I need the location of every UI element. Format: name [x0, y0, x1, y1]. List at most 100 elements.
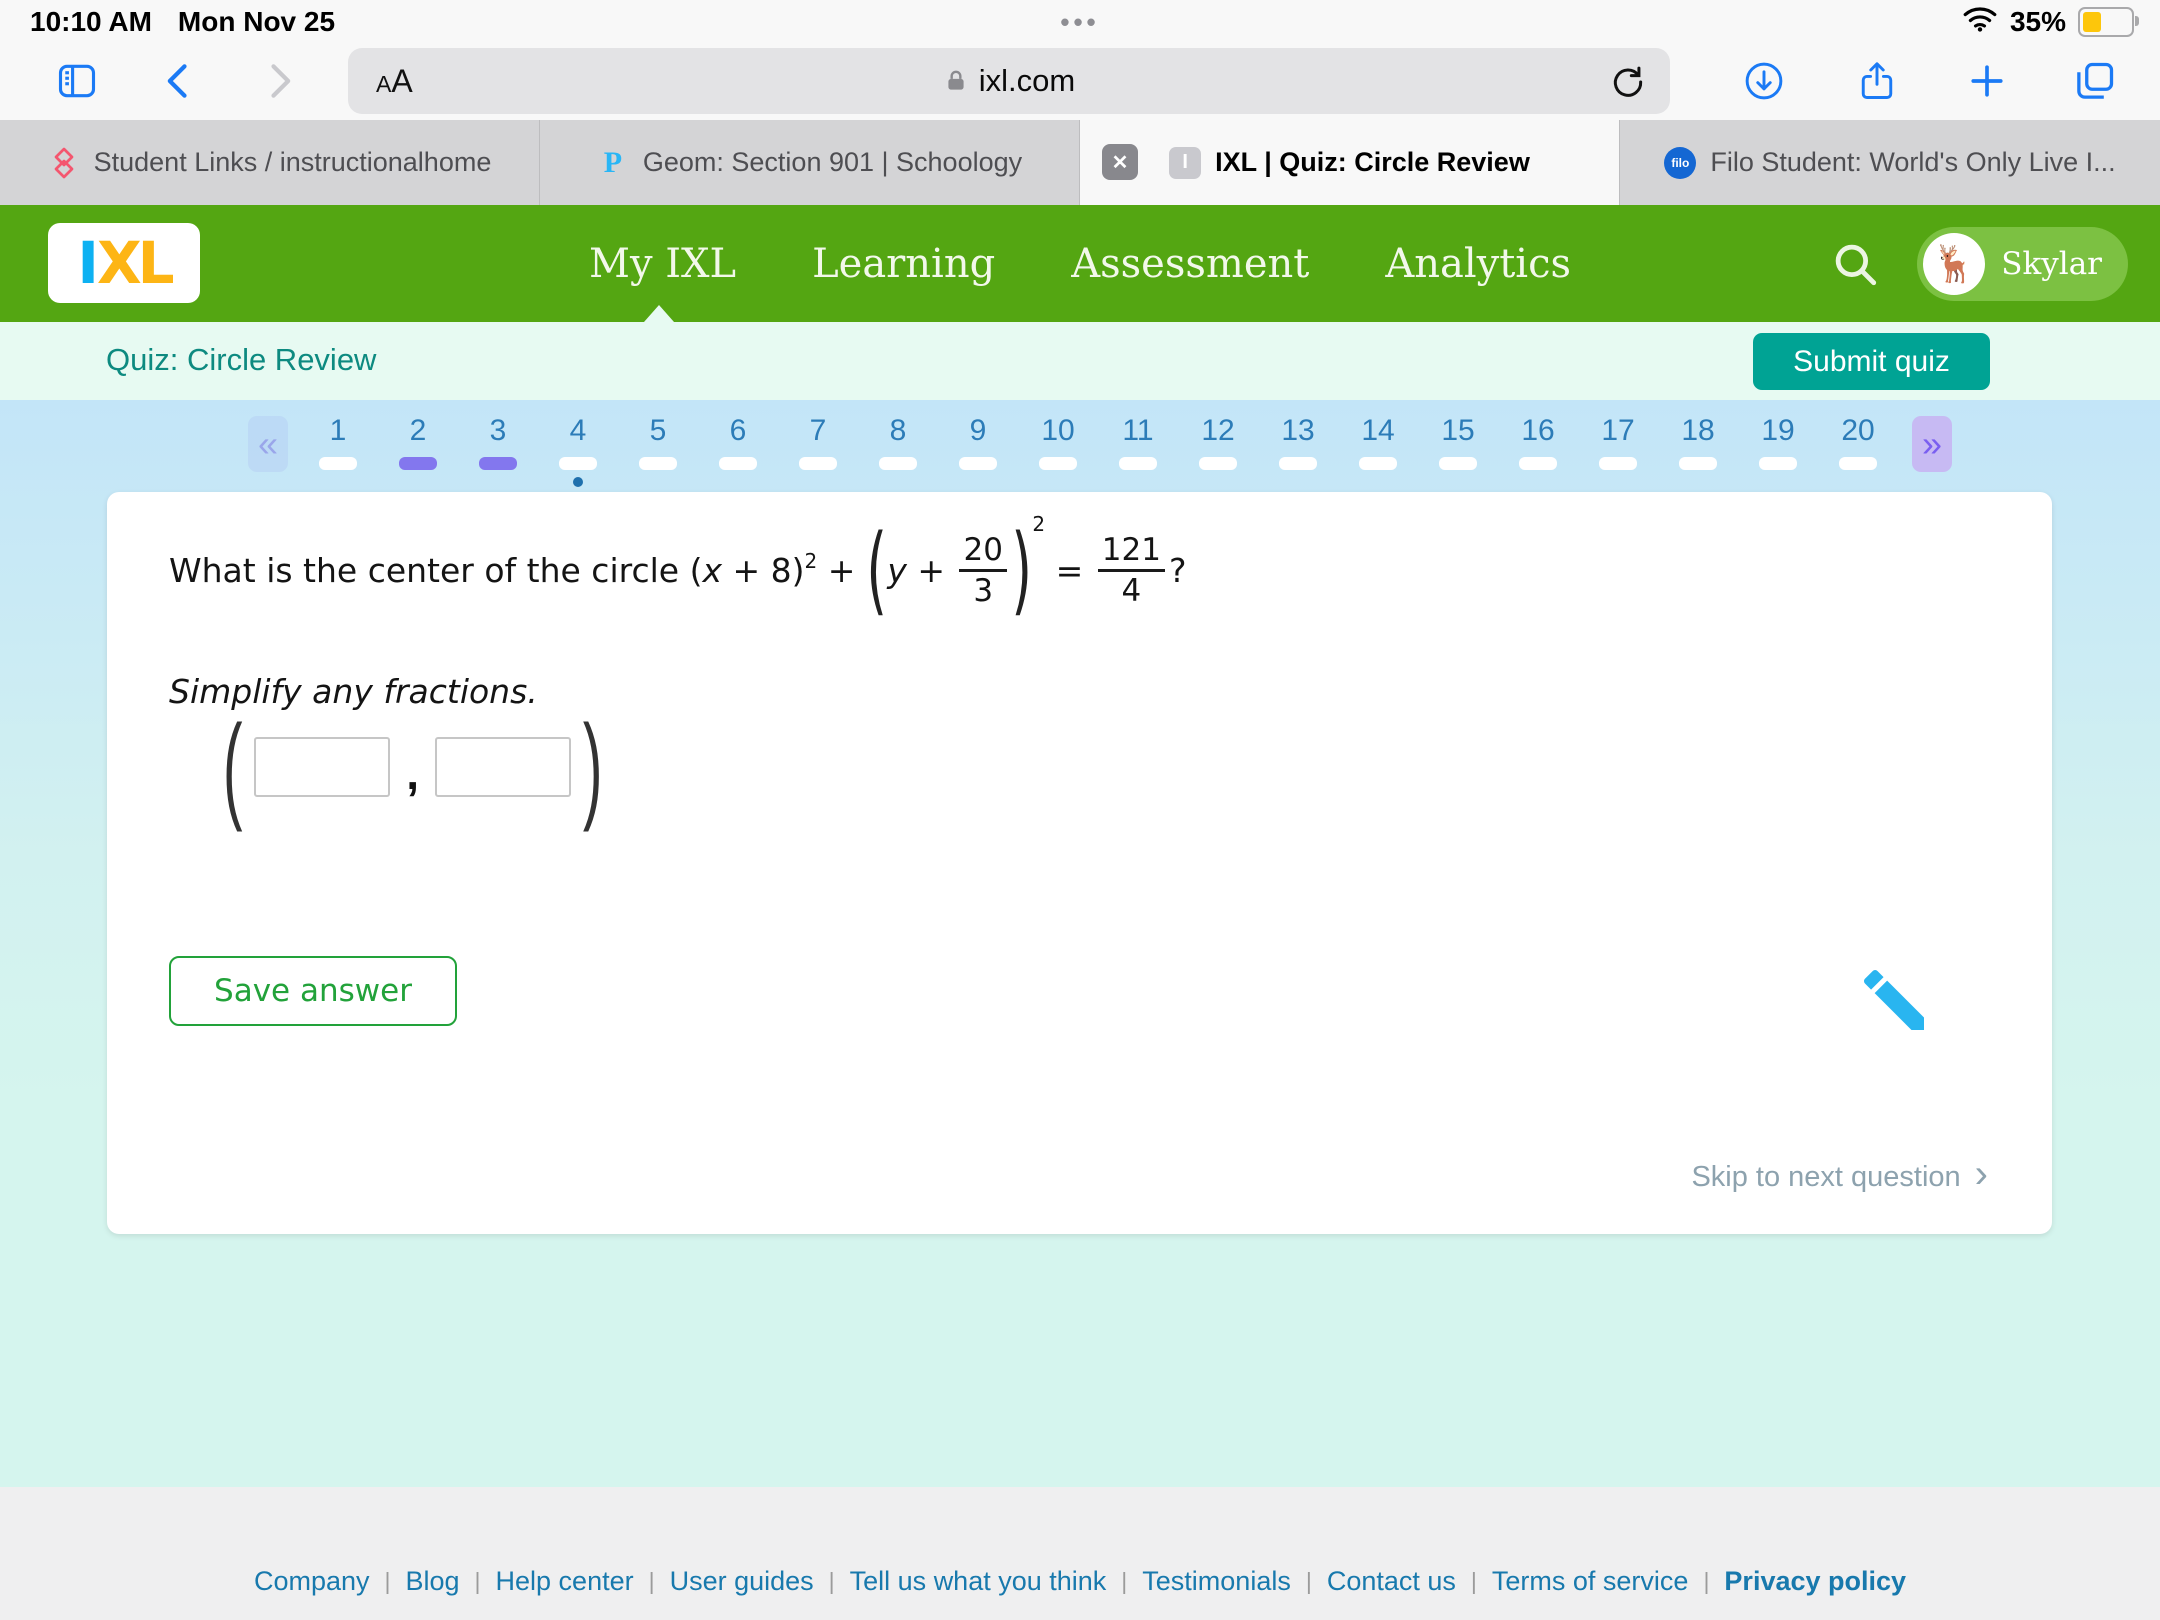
- footer-separator: |: [828, 1567, 835, 1594]
- prev-questions-icon[interactable]: «: [248, 416, 288, 472]
- multitask-dots-icon: •••: [1060, 6, 1100, 37]
- footer-link-company[interactable]: Company: [254, 1566, 370, 1597]
- download-icon[interactable]: [1735, 52, 1793, 110]
- question-number-3[interactable]: 3: [458, 414, 538, 487]
- question-progress-bar: [1279, 457, 1317, 470]
- question-number-label: 3: [489, 414, 507, 447]
- question-number-7[interactable]: 7: [778, 414, 858, 487]
- question-progress-bar: [559, 457, 597, 470]
- footer-link-contact-us[interactable]: Contact us: [1327, 1566, 1456, 1597]
- footer-link-tell-us-what-you-think[interactable]: Tell us what you think: [850, 1566, 1107, 1597]
- footer-link-user-guides[interactable]: User guides: [670, 1566, 814, 1597]
- reload-icon[interactable]: [1606, 60, 1650, 104]
- answer-comma: ,: [406, 747, 420, 800]
- question-progress-bar: [799, 457, 837, 470]
- question-number-20[interactable]: 20: [1818, 414, 1898, 487]
- tab-title: Student Links / instructionalhome: [93, 147, 492, 177]
- nav-learning[interactable]: Learning: [812, 241, 995, 287]
- answer-y-input[interactable]: [435, 737, 572, 798]
- question-number-label: 15: [1441, 414, 1475, 447]
- footer-link-help-center[interactable]: Help center: [496, 1566, 634, 1597]
- nav-assessment[interactable]: Assessment: [1071, 241, 1309, 287]
- share-icon[interactable]: [1848, 52, 1906, 110]
- lock-icon: [948, 70, 964, 90]
- chevron-right-icon: ›: [1974, 1152, 1988, 1196]
- footer-link-privacy-policy[interactable]: Privacy policy: [1724, 1566, 1906, 1597]
- skip-to-next-question-link[interactable]: Skip to next question ›: [1691, 1154, 1988, 1194]
- answer-x-input[interactable]: [254, 737, 391, 798]
- tab-student-links[interactable]: Student Links / instructionalhome: [0, 120, 540, 205]
- question-number-9[interactable]: 9: [938, 414, 1018, 487]
- tab-filo-student[interactable]: filo Filo Student: World's Only Live I..…: [1620, 120, 2160, 205]
- question-card: What is the center of the circle (x + 8)…: [107, 492, 2052, 1234]
- question-number-11[interactable]: 11: [1098, 414, 1178, 487]
- question-text: What is the center of the circle (x + 8)…: [169, 512, 1187, 626]
- question-number-2[interactable]: 2: [378, 414, 458, 487]
- close-tab-icon[interactable]: ✕: [1102, 144, 1138, 180]
- tab-schoology[interactable]: P Geom: Section 901 | Schoology: [540, 120, 1080, 205]
- battery-icon: [2078, 7, 2139, 37]
- ixl-favicon: I: [1169, 146, 1202, 179]
- question-number-list: 1 2 3 4 5 6 7 8 9 10 11 12 13 14 15 16 17 18 19 20: [298, 414, 1898, 487]
- question-number-label: 9: [969, 414, 987, 447]
- tabs-overview-icon[interactable]: [2066, 52, 2124, 110]
- question-number-8[interactable]: 8: [858, 414, 938, 487]
- question-number-6[interactable]: 6: [698, 414, 778, 487]
- question-number-4[interactable]: 4: [538, 414, 618, 487]
- question-number-10[interactable]: 10: [1018, 414, 1098, 487]
- question-number-5[interactable]: 5: [618, 414, 698, 487]
- question-number-18[interactable]: 18: [1658, 414, 1738, 487]
- ixl-header: I XL My IXL Learning Assessment Analytics…: [0, 205, 2160, 322]
- answer-area: ( , ): [223, 708, 603, 826]
- question-number-label: 16: [1521, 414, 1555, 447]
- fraction-20-3: 20 3: [959, 534, 1007, 608]
- tab-ixl-quiz-active[interactable]: ✕ I IXL | Quiz: Circle Review: [1080, 120, 1620, 205]
- sidebar-icon[interactable]: [48, 52, 106, 110]
- question-number-19[interactable]: 19: [1738, 414, 1818, 487]
- forward-icon[interactable]: [250, 52, 308, 110]
- question-number-16[interactable]: 16: [1498, 414, 1578, 487]
- user-menu[interactable]: 🦌 Skylar: [1917, 227, 2128, 301]
- nav-analytics[interactable]: Analytics: [1385, 241, 1571, 287]
- question-progress-bar: [1199, 457, 1237, 470]
- main-area: « 1 2 3 4 5 6 7 8 9 10 11 12 13 14 15 16 17 18 19 20 » What…: [0, 400, 2160, 1487]
- pencil-icon[interactable]: [1854, 960, 1934, 1040]
- question-number-14[interactable]: 14: [1338, 414, 1418, 487]
- address-bar[interactable]: AA ixl.com: [348, 48, 1670, 114]
- quiz-title: Quiz: Circle Review: [106, 342, 377, 377]
- url-display: ixl.com: [348, 63, 1670, 99]
- footer-links: Company | Blog | Help center | User guides | Tel…: [254, 1566, 1906, 1597]
- footer-separator: |: [384, 1567, 391, 1594]
- question-number-label: 6: [729, 414, 747, 447]
- footer-separator: |: [1305, 1567, 1312, 1594]
- footer-link-terms-of-service[interactable]: Terms of service: [1492, 1566, 1689, 1597]
- question-number-label: 17: [1601, 414, 1635, 447]
- question-number-15[interactable]: 15: [1418, 414, 1498, 487]
- question-progress-bar: [1359, 457, 1397, 470]
- back-icon[interactable]: [150, 52, 208, 110]
- question-number-label: 11: [1122, 414, 1154, 447]
- submit-quiz-button[interactable]: Submit quiz: [1753, 333, 1990, 390]
- question-number-label: 19: [1761, 414, 1795, 447]
- question-number-label: 1: [329, 414, 347, 447]
- question-number-13[interactable]: 13: [1258, 414, 1338, 487]
- question-number-17[interactable]: 17: [1578, 414, 1658, 487]
- footer-separator: |: [474, 1567, 481, 1594]
- wifi-icon: [1962, 5, 1998, 40]
- search-icon[interactable]: [1830, 239, 1880, 289]
- squared-term: (y + 20 3) 2: [866, 512, 1046, 626]
- footer-link-blog[interactable]: Blog: [406, 1566, 460, 1597]
- user-name: Skylar: [2001, 246, 2102, 282]
- question-progress-bar: [959, 457, 997, 470]
- question-progress-bar: [399, 457, 437, 470]
- next-questions-icon[interactable]: »: [1912, 416, 1952, 472]
- quiz-bar: Quiz: Circle Review Submit quiz: [0, 322, 2160, 400]
- question-number-12[interactable]: 12: [1178, 414, 1258, 487]
- question-number-1[interactable]: 1: [298, 414, 378, 487]
- question-number-label: 18: [1681, 414, 1715, 447]
- question-progress-bar: [1439, 457, 1477, 470]
- footer-link-testimonials[interactable]: Testimonials: [1142, 1566, 1291, 1597]
- new-tab-icon[interactable]: [1958, 52, 2016, 110]
- save-answer-button[interactable]: Save answer: [169, 956, 457, 1026]
- nav-my-ixl[interactable]: My IXL: [589, 241, 736, 287]
